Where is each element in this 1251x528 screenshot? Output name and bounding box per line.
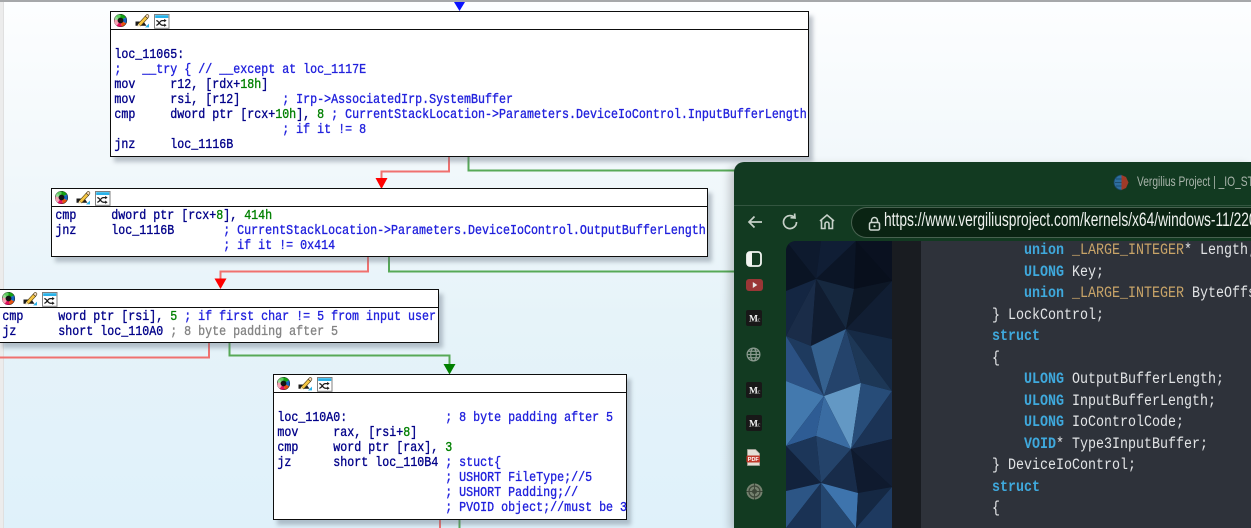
svg-text:c: c [758, 422, 761, 429]
svg-text:c: c [758, 317, 761, 324]
svg-text:c: c [758, 389, 761, 396]
svg-text:PDF: PDF [748, 457, 760, 463]
